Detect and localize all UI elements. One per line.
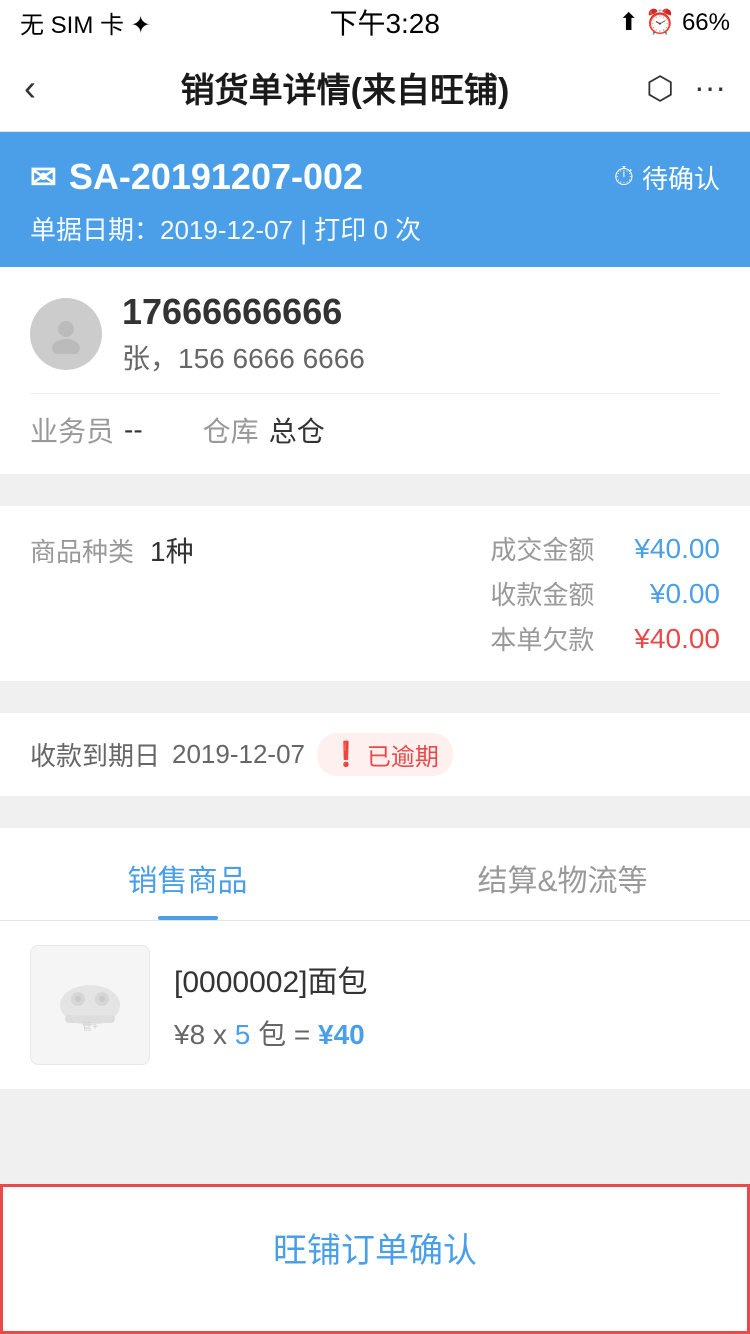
price-unit-label: 包 (258, 1019, 286, 1050)
tab-settlement-label: 结算&物流等 (477, 865, 647, 898)
overdue-icon: ❗ (331, 740, 361, 769)
debt-value: ¥40.00 (634, 623, 720, 655)
avatar (30, 298, 102, 370)
product-image: 管+ (30, 945, 150, 1065)
product-title: 面包 (307, 966, 367, 999)
svg-text:管+: 管+ (82, 1020, 98, 1033)
order-header-top: ✉ SA-20191207-002 ⏱ 待确认 (30, 156, 720, 198)
product-info: [0000002]面包 ¥8 x 5 包 = ¥40 (174, 957, 720, 1053)
price-unit: ¥8 (174, 1019, 205, 1050)
order-status: ⏱ 待确认 (614, 159, 720, 196)
more-icon[interactable]: ··· (694, 69, 726, 106)
sim-status: 无 SIM 卡 ✦ (20, 5, 151, 40)
product-item: 管+ [0000002]面包 ¥8 x 5 包 = ¥40 (0, 921, 750, 1089)
amount-row: 成交金额 ¥40.00 (490, 530, 720, 567)
debt-row: 本单欠款 ¥40.00 (490, 620, 720, 657)
divider-3 (0, 812, 750, 828)
customer-top: 17666666666 张，156 6666 6666 (30, 291, 720, 377)
amount-value: ¥40.00 (634, 533, 720, 565)
customer-phone: 17666666666 (122, 291, 365, 333)
order-date-line: 单据日期：2019-12-07 | 打印 0 次 (30, 210, 720, 247)
page-title: 销货单详情(来自旺铺) (84, 63, 606, 112)
staff-label: 业务员 (30, 410, 114, 450)
summary-amounts: 成交金额 ¥40.00 收款金额 ¥0.00 本单欠款 ¥40.00 (490, 530, 720, 657)
tab-settlement[interactable]: 结算&物流等 (375, 828, 750, 920)
order-date-label: 单据日期： (30, 215, 160, 245)
summary-section: 商品种类 1种 成交金额 ¥40.00 收款金额 ¥0.00 本单欠款 ¥40.… (0, 506, 750, 681)
debt-label: 本单欠款 (490, 620, 594, 657)
order-icon: ✉ (30, 158, 57, 196)
status-left: 无 SIM 卡 ✦ (20, 5, 151, 40)
staff-item: 业务员 -- (30, 410, 143, 450)
tabs-section: 销售商品 结算&物流等 管+ [0000002]面包 ¥8 x (0, 828, 750, 1089)
customer-meta: 业务员 -- 仓库 总仓 (30, 393, 720, 450)
staff-value: -- (124, 414, 143, 446)
customer-section: 17666666666 张，156 6666 6666 业务员 -- 仓库 总仓 (0, 267, 750, 474)
warehouse-label: 仓库 (203, 410, 259, 450)
status-clock-icon: ⏱ (614, 161, 634, 193)
overdue-text: 已逾期 (367, 737, 439, 772)
customer-name: 张，156 6666 6666 (122, 337, 365, 377)
amount-label: 成交金额 (490, 530, 594, 567)
product-code: [0000002] (174, 966, 307, 999)
tab-sales-products-label: 销售商品 (128, 865, 248, 898)
price-equals: = (294, 1019, 318, 1050)
customer-info: 17666666666 张，156 6666 6666 (122, 291, 365, 377)
product-price: ¥8 x 5 包 = ¥40 (174, 1013, 720, 1053)
nav-bar: ‹ 销货单详情(来自旺铺) ⬡ ··· (0, 44, 750, 132)
tab-sales-products[interactable]: 销售商品 (0, 828, 375, 920)
received-row: 收款金额 ¥0.00 (490, 575, 720, 612)
back-button[interactable]: ‹ (24, 67, 84, 109)
product-name: [0000002]面包 (174, 957, 720, 1001)
share-icon[interactable]: ⬡ (646, 69, 674, 107)
due-date-value: 2019-12-07 (172, 739, 305, 770)
price-qty: 5 (235, 1019, 251, 1050)
order-id-text: SA-20191207-002 (69, 156, 363, 198)
order-date-value: 2019-12-07 (160, 215, 293, 245)
warehouse-item: 仓库 总仓 (203, 410, 325, 450)
order-header: ✉ SA-20191207-002 ⏱ 待确认 单据日期：2019-12-07 … (0, 132, 750, 267)
date-separator: | (300, 215, 314, 245)
divider-1 (0, 490, 750, 506)
print-text: 打印 0 次 (314, 215, 421, 245)
nav-actions: ⬡ ··· (606, 69, 726, 107)
divider-2 (0, 697, 750, 713)
confirm-button-wrapper: 旺铺订单确认 (0, 1184, 750, 1334)
received-value: ¥0.00 (650, 578, 720, 610)
due-date-section: 收款到期日 2019-12-07 ❗ 已逾期 (0, 713, 750, 796)
confirm-order-button[interactable]: 旺铺订单确认 (33, 1203, 717, 1291)
price-total: ¥40 (318, 1019, 365, 1050)
warehouse-value: 总仓 (269, 410, 325, 450)
category-label: 商品种类 (30, 532, 134, 569)
overdue-badge: ❗ 已逾期 (317, 733, 453, 776)
received-label: 收款金额 (490, 575, 594, 612)
price-multiply: x (213, 1019, 235, 1050)
order-id: ✉ SA-20191207-002 (30, 156, 363, 198)
summary-category: 商品种类 1种 (30, 530, 194, 570)
status-right: ⬆ ⏰ 66% (619, 8, 730, 37)
status-time: 下午3:28 (329, 2, 440, 42)
due-date-label: 收款到期日 (30, 736, 160, 773)
status-text: 待确认 (642, 159, 720, 196)
status-icons: ⬆ ⏰ 66% (619, 8, 730, 37)
tabs-header: 销售商品 结算&物流等 (0, 828, 750, 921)
category-value: 1种 (150, 530, 194, 570)
status-bar: 无 SIM 卡 ✦ 下午3:28 ⬆ ⏰ 66% (0, 0, 750, 44)
